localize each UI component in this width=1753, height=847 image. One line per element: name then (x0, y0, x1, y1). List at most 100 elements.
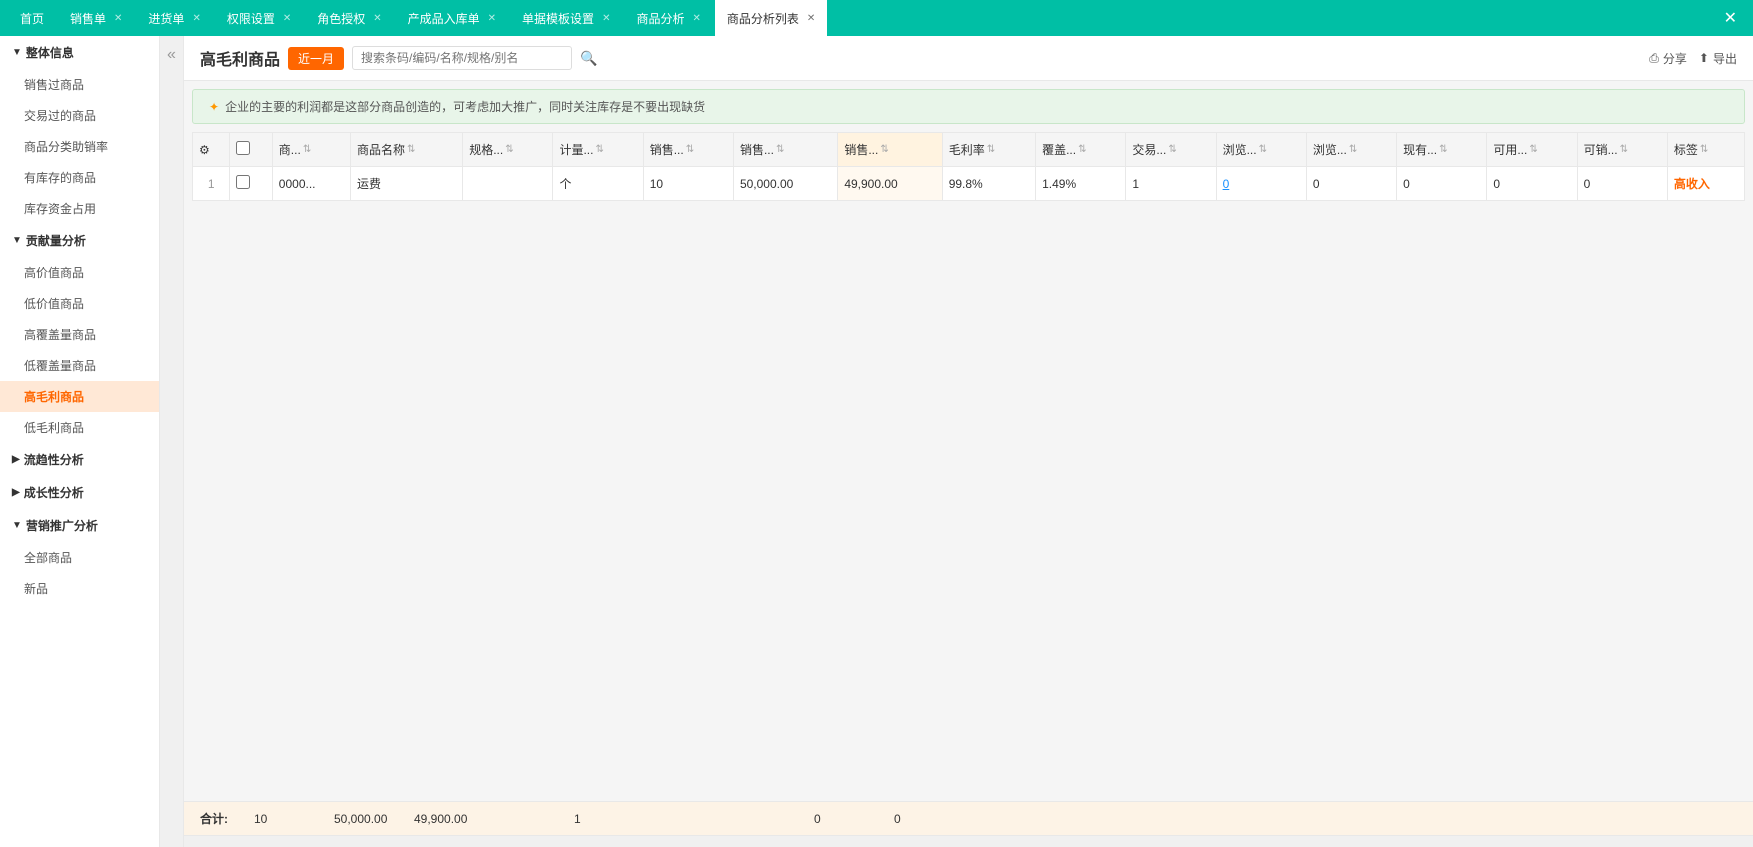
row-select-checkbox[interactable] (236, 175, 250, 189)
search-input[interactable] (352, 46, 572, 70)
sidebar-item-low-margin[interactable]: 低毛利商品 (0, 412, 159, 443)
row-saleable-stock: 0 (1577, 167, 1667, 201)
sidebar-group-contribution[interactable]: ▼ 贡献量分析 (0, 224, 159, 257)
sidebar-group-marketing-label: 营销推广分析 (26, 517, 98, 534)
col-current-stock[interactable]: 现有... ⇅ (1397, 133, 1487, 167)
filter-button[interactable]: 近一月 (288, 47, 344, 70)
col-available-stock-label: 可用... (1493, 141, 1527, 158)
sidebar-group-overall-arrow: ▼ (12, 47, 22, 58)
row-current-stock: 0 (1397, 167, 1487, 201)
bottom-scrollbar[interactable] (184, 835, 1753, 847)
col-spec[interactable]: 规格... ⇅ (463, 133, 553, 167)
row-tag: 高收入 (1667, 167, 1744, 201)
col-code[interactable]: 商... ⇅ (272, 133, 350, 167)
select-all-checkbox[interactable] (236, 141, 250, 155)
col-spec-sort: ⇅ (505, 144, 513, 155)
window-close-button[interactable]: ✕ (1716, 8, 1745, 28)
sidebar-group-trend[interactable]: ▶ 流趋性分析 (0, 443, 159, 476)
row-name: 运费 (350, 167, 462, 201)
sidebar-item-all-goods[interactable]: 全部商品 (0, 542, 159, 573)
share-button[interactable]: ⎙ 分享 (1649, 50, 1687, 67)
col-coverage[interactable]: 覆盖... ⇅ (1036, 133, 1126, 167)
col-view1-sort: ⇅ (1259, 144, 1267, 155)
row-sales-qty: 10 (643, 167, 733, 201)
col-transaction-sort: ⇅ (1168, 144, 1176, 155)
sidebar-item-new-goods[interactable]: 新品 (0, 573, 159, 604)
nav-sales[interactable]: 销售单 ✕ (58, 0, 134, 36)
col-unit-sort: ⇅ (595, 144, 603, 155)
footer-sales-amount: 50,000.00 (328, 812, 408, 826)
nav-template-label: 单据模板设置 (522, 10, 594, 27)
col-tag-label: 标签 (1674, 141, 1698, 158)
row-coverage: 1.49% (1036, 167, 1126, 201)
sidebar-group-marketing-arrow: ▼ (12, 520, 22, 531)
col-code-label: 商... (279, 141, 301, 158)
col-available-stock[interactable]: 可用... ⇅ (1487, 133, 1577, 167)
table-row[interactable]: 1 0000... 运费 个 10 50,000.00 49,900.00 99… (193, 167, 1745, 201)
nav-analysis-close[interactable]: ✕ (692, 13, 700, 24)
search-icon[interactable]: 🔍 (580, 50, 597, 67)
nav-purchase-close[interactable]: ✕ (192, 13, 200, 24)
nav-role-close[interactable]: ✕ (373, 13, 381, 24)
sidebar-group-growth[interactable]: ▶ 成长性分析 (0, 476, 159, 509)
sidebar-collapse-button[interactable]: « (160, 36, 184, 847)
nav-analysis-list-close[interactable]: ✕ (807, 13, 815, 24)
col-view1-label: 浏览... (1223, 141, 1257, 158)
col-view2[interactable]: 浏览... ⇅ (1306, 133, 1396, 167)
col-saleable-stock[interactable]: 可销... ⇅ (1577, 133, 1667, 167)
sidebar-item-low-coverage[interactable]: 低覆盖量商品 (0, 350, 159, 381)
sidebar-item-high-value[interactable]: 高价值商品 (0, 257, 159, 288)
nav-permission-close[interactable]: ✕ (283, 13, 291, 24)
nav-permission-label: 权限设置 (227, 10, 275, 27)
nav-analysis-list[interactable]: 商品分析列表 ✕ (715, 0, 827, 36)
sidebar: ▼ 整体信息 销售过商品 交易过的商品 商品分类助销率 有库存的商品 库存资金占… (0, 36, 160, 847)
table-container[interactable]: ⚙ 商... ⇅ 商品名称 (184, 132, 1753, 801)
sidebar-group-marketing[interactable]: ▼ 营销推广分析 (0, 509, 159, 542)
nav-role[interactable]: 角色授权 ✕ (305, 0, 393, 36)
col-sales-amount-sort: ⇅ (776, 144, 784, 155)
sidebar-item-category-rate[interactable]: 商品分类助销率 (0, 131, 159, 162)
col-sales-profit-label: 销售... (844, 141, 878, 158)
col-transaction[interactable]: 交易... ⇅ (1126, 133, 1216, 167)
table-footer: 合计: 10 50,000.00 49,900.00 1 0 0 (184, 801, 1753, 835)
sidebar-item-high-coverage[interactable]: 高覆盖量商品 (0, 319, 159, 350)
nav-sales-close[interactable]: ✕ (114, 13, 122, 24)
nav-role-label: 角色授权 (317, 10, 365, 27)
export-button[interactable]: ⬆ 导出 (1699, 50, 1737, 67)
nav-permission[interactable]: 权限设置 ✕ (215, 0, 303, 36)
row-checkbox[interactable] (230, 167, 272, 201)
nav-finished-goods-close[interactable]: ✕ (488, 13, 496, 24)
nav-analysis[interactable]: 商品分析 ✕ (624, 0, 712, 36)
sidebar-item-low-value[interactable]: 低价值商品 (0, 288, 159, 319)
nav-template[interactable]: 单据模板设置 ✕ (510, 0, 622, 36)
nav-purchase[interactable]: 进货单 ✕ (136, 0, 212, 36)
col-unit[interactable]: 计量... ⇅ (553, 133, 643, 167)
col-settings[interactable]: ⚙ (193, 133, 230, 167)
col-coverage-label: 覆盖... (1042, 141, 1076, 158)
col-sales-qty[interactable]: 销售... ⇅ (643, 133, 733, 167)
row-sales-amount: 50,000.00 (733, 167, 837, 201)
col-sales-amount[interactable]: 销售... ⇅ (733, 133, 837, 167)
row-view1[interactable]: 0 (1216, 167, 1306, 201)
nav-template-close[interactable]: ✕ (602, 13, 610, 24)
row-spec (463, 167, 553, 201)
nav-finished-goods[interactable]: 产成品入库单 ✕ (396, 0, 508, 36)
sidebar-group-overall[interactable]: ▼ 整体信息 (0, 36, 159, 69)
col-name[interactable]: 商品名称 ⇅ (350, 133, 462, 167)
nav-home[interactable]: 首页 (8, 0, 56, 36)
sidebar-item-high-margin[interactable]: 高毛利商品 (0, 381, 159, 412)
sidebar-item-traded-goods[interactable]: 交易过的商品 (0, 100, 159, 131)
row-code: 0000... (272, 167, 350, 201)
sidebar-item-stock-fund[interactable]: 库存资金占用 (0, 193, 159, 224)
content-header: 高毛利商品 近一月 🔍 ⎙ 分享 ⬆ 导出 (184, 36, 1753, 81)
col-current-stock-label: 现有... (1403, 141, 1437, 158)
col-tag[interactable]: 标签 ⇅ (1667, 133, 1744, 167)
col-sales-profit[interactable]: 销售... ⇅ (838, 133, 942, 167)
col-view1[interactable]: 浏览... ⇅ (1216, 133, 1306, 167)
col-gross-margin[interactable]: 毛利率 ⇅ (942, 133, 1035, 167)
header-actions: ⎙ 分享 ⬆ 导出 (1649, 50, 1737, 67)
col-checkbox[interactable] (230, 133, 272, 167)
sidebar-item-in-stock[interactable]: 有库存的商品 (0, 162, 159, 193)
nav-sales-label: 销售单 (70, 10, 106, 27)
sidebar-item-sold-goods[interactable]: 销售过商品 (0, 69, 159, 100)
